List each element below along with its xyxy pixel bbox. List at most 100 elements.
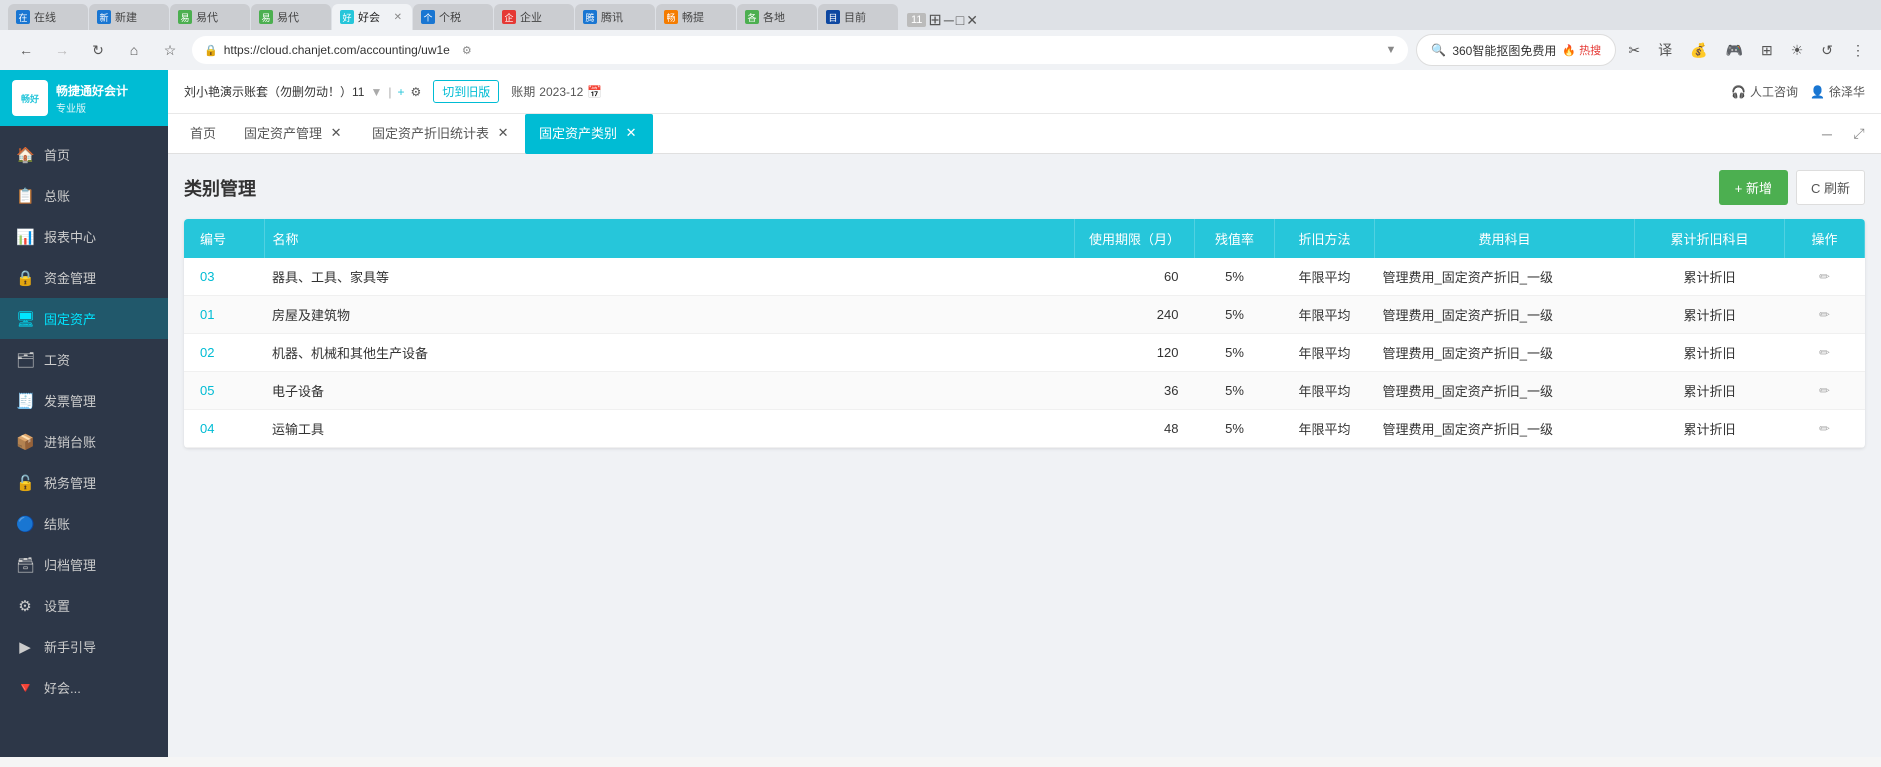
calendar-icon[interactable]: 📅 [587,85,602,99]
wallet-icon[interactable]: 💰 [1686,42,1711,59]
browser-tab-zaixin[interactable]: 在 在线 [8,4,88,30]
browser-tab-gesui[interactable]: 个 个税 [413,4,493,30]
browser-tab-tencent[interactable]: 腾 腾讯 [575,4,655,30]
sidebar-label-home: 首页 [44,145,70,164]
th-expense: 费用科目 [1375,219,1635,258]
main-area: 刘小艳演示账套（勿删勿动！）11 ▼ | + ⚙ 切到旧版 账期 2023-12… [168,70,1881,757]
sidebar-item-settlement[interactable]: 🔵 结账 [0,503,168,544]
browser-tab-changtui[interactable]: 畅 畅提 [656,4,736,30]
consult-btn[interactable]: 🎧 人工咨询 [1731,83,1798,100]
grid-icon[interactable]: ⊞ [1757,42,1777,59]
sidebar-item-stock[interactable]: 📦 进销台账 [0,421,168,462]
cell-period: 120 [1075,334,1195,372]
back-btn[interactable]: ← [12,36,40,64]
content-tab-category-close[interactable]: ✕ [623,125,639,141]
minimize-panel-btn[interactable]: ─ [1815,122,1839,146]
edit-btn[interactable]: ✏ [1819,421,1830,436]
more-icon[interactable]: ⋮ [1847,42,1869,59]
content-tab-depreciation-close[interactable]: ✕ [495,125,511,141]
edit-btn[interactable]: ✏ [1819,383,1830,398]
content-tab-category[interactable]: 固定资产类别 ✕ [525,114,653,154]
sidebar-label-payroll: 工资 [44,350,70,369]
edit-btn[interactable]: ✏ [1819,345,1830,360]
dropdown-arrow-icon[interactable]: ▼ [370,85,382,99]
cell-residual: 5% [1195,258,1275,296]
browser-tab-haohui[interactable]: 好 好会 ✕ [332,4,412,30]
browser-tab-new[interactable]: 新 新建 [89,4,169,30]
brightness-icon[interactable]: ☀ [1787,42,1808,59]
bookmark-star-icon[interactable]: ▼ [1385,44,1396,56]
cell-period: 36 [1075,372,1195,410]
site-info-icon[interactable]: ⚙ [462,44,472,57]
table-row: 04 运输工具 48 5% 年限平均 管理费用_固定资产折旧_一级 累计折旧 ✏ [184,410,1865,448]
undo-icon[interactable]: ↺ [1817,42,1837,59]
sidebar-item-settings[interactable]: ⚙ 设置 [0,585,168,626]
browser-tab-enterprise[interactable]: 企 企业 [494,4,574,30]
sidebar-item-fund[interactable]: 🔒 资金管理 [0,257,168,298]
tab-count-badge: 11 [907,13,926,27]
sidebar-item-guide[interactable]: ▶ 新手引导 [0,626,168,667]
minimize-btn[interactable]: ─ [944,12,954,28]
content-tab-depreciation-label: 固定资产折旧统计表 [372,123,489,142]
sidebar-item-general-ledger[interactable]: 📋 总账 [0,175,168,216]
sidebar-item-home[interactable]: 🏠 首页 [0,134,168,175]
maximize-btn[interactable]: □ [956,12,964,28]
sidebar-item-invoice[interactable]: 🧾 发票管理 [0,380,168,421]
content-tab-home[interactable]: 首页 [176,114,230,154]
cell-code: 03 [184,258,264,296]
bookmark-btn[interactable]: ☆ [156,36,184,64]
browser-tab-yidai2[interactable]: 易 易代 [251,4,331,30]
edit-btn[interactable]: ✏ [1819,269,1830,284]
cell-code: 02 [184,334,264,372]
sidebar-item-reports[interactable]: 📊 报表中心 [0,216,168,257]
cell-period: 60 [1075,258,1195,296]
browser-tab-row: 在 在线 新 新建 易 易代 易 易代 好 好会 ✕ 个 个税 企 企业 腾 腾… [0,0,1881,30]
table-row: 03 器具、工具、家具等 60 5% 年限平均 管理费用_固定资产折旧_一级 累… [184,258,1865,296]
sidebar-item-payroll[interactable]: 🗂 工资 [0,339,168,380]
cell-action: ✏ [1785,258,1865,296]
stock-icon: 📦 [16,433,34,451]
home-icon: 🏠 [16,146,34,164]
forward-btn[interactable]: → [48,36,76,64]
th-period: 使用期限（月） [1075,219,1195,258]
toolbar-actions: ✂ 译 💰 🎮 ⊞ ☀ ↺ ⋮ [1624,40,1869,60]
home-nav-btn[interactable]: ⌂ [120,36,148,64]
sidebar-item-fixed-assets[interactable]: 🖥 固定资产 [0,298,168,339]
search-bar[interactable]: 🔍 360智能抠图免费用 🔥 热搜 [1416,34,1616,66]
th-accum: 累计折旧科目 [1635,219,1785,258]
sidebar-label-reports: 报表中心 [44,227,96,246]
content-tab-fixed-mgmt[interactable]: 固定资产管理 ✕ [230,114,358,154]
address-bar[interactable]: 🔒 https://cloud.chanjet.com/accounting/u… [192,36,1408,64]
content-tab-fixed-mgmt-close[interactable]: ✕ [328,125,344,141]
table-body: 03 器具、工具、家具等 60 5% 年限平均 管理费用_固定资产折旧_一级 累… [184,258,1865,448]
th-residual: 残值率 [1195,219,1275,258]
account-period: 账期 2023-12 📅 [511,83,602,100]
cut-icon[interactable]: ✂ [1624,42,1644,59]
edit-btn[interactable]: ✏ [1819,307,1830,322]
sidebar-item-archive[interactable]: 🗃 归档管理 [0,544,168,585]
reload-btn[interactable]: ↻ [84,36,112,64]
add-category-btn[interactable]: + 新增 [1719,170,1788,205]
browser-tab-haohui-close[interactable]: ✕ [394,12,402,23]
tab-controls: 11 ⊞ ─ □ ✕ [903,10,982,30]
browser-tab-muqian[interactable]: 目 目前 [818,4,898,30]
add-account-btn[interactable]: + [397,85,404,99]
translate-icon[interactable]: 译 [1654,40,1676,60]
expand-panel-btn[interactable]: ⤢ [1847,122,1871,146]
switch-version-btn[interactable]: 切到旧版 [433,80,499,103]
game-icon[interactable]: 🎮 [1722,42,1747,59]
cell-residual: 5% [1195,334,1275,372]
app-wrapper: 畅好 畅捷通好会计 专业版 🏠 首页 📋 总账 📊 报表中心 🔒 资金管 [0,70,1881,757]
refresh-btn[interactable]: C 刷新 [1796,170,1865,205]
user-profile-btn[interactable]: 👤 徐泽华 [1810,83,1865,100]
browser-tab-yidai1[interactable]: 易 易代 [170,4,250,30]
settings-gear-icon[interactable]: ⚙ [411,85,422,99]
browser-tab-gedi[interactable]: 各 各地 [737,4,817,30]
tab-menu-btn[interactable]: ⊞ [928,10,941,30]
sidebar-item-tax[interactable]: 🔓 税务管理 [0,462,168,503]
sidebar-item-more[interactable]: 🔻 好会... [0,667,168,708]
sidebar-label-guide: 新手引导 [44,637,96,656]
close-browser-btn[interactable]: ✕ [966,12,978,29]
action-buttons: + 新增 C 刷新 [1719,170,1865,205]
content-tab-depreciation[interactable]: 固定资产折旧统计表 ✕ [358,114,525,154]
